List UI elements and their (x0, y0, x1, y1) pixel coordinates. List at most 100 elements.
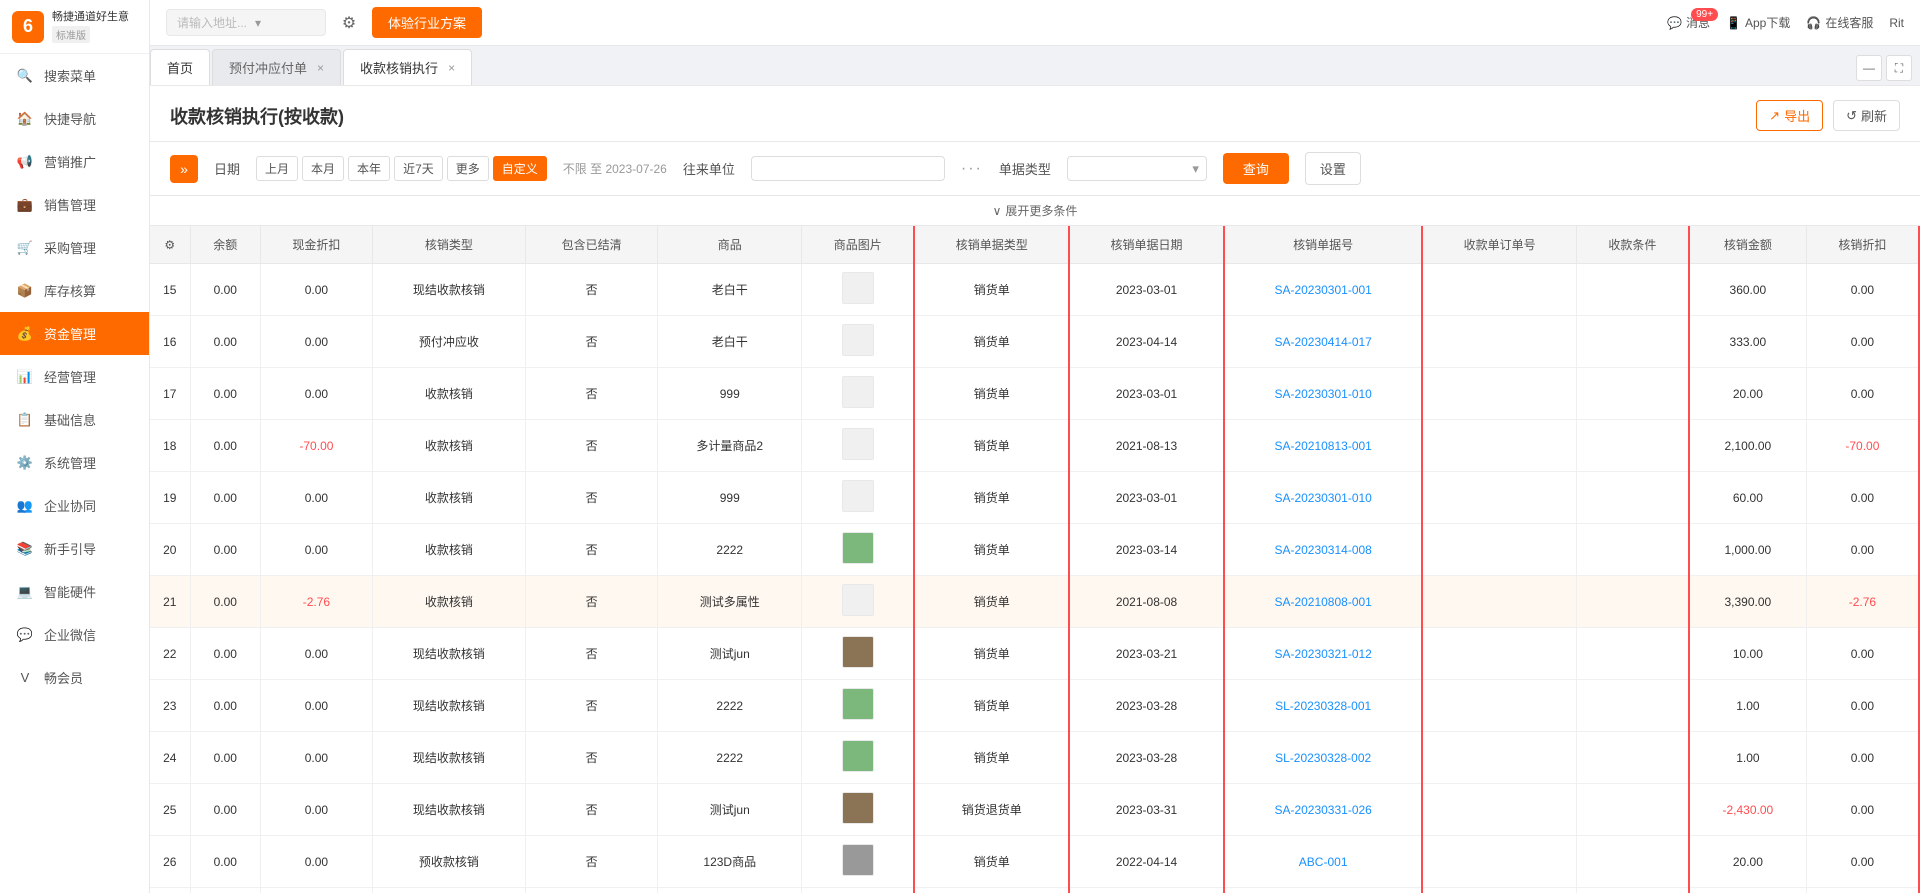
last-month-btn[interactable]: 上月 (256, 156, 298, 181)
sidebar-item-member[interactable]: V 畅会员 (0, 656, 149, 699)
settings-gear-button[interactable]: ⚙ (334, 8, 364, 38)
maximize-button[interactable]: ⛶ (1886, 55, 1912, 81)
cell-balance: 0.00 (190, 368, 261, 420)
cell-write-off: 0.00 (1806, 784, 1919, 836)
sidebar-item-system[interactable]: ⚙️ 系统管理 (0, 441, 149, 484)
app-label: App下载 (1745, 14, 1790, 31)
sidebar-item-guide[interactable]: 📚 新手引导 (0, 527, 149, 570)
cell-bill-no[interactable]: SA-20230301-010 (1224, 368, 1422, 420)
custom-date-btn[interactable]: 自定义 (493, 156, 547, 181)
export-button[interactable]: ↗ 导出 (1756, 100, 1823, 131)
bill-no-link[interactable]: ABC-001 (1299, 855, 1348, 869)
bill-no-link[interactable]: SL-20230328-002 (1275, 751, 1371, 765)
cell-bill-no[interactable]: SA-20230414-017 (1224, 316, 1422, 368)
cell-bill-type: 销货退货单 (914, 784, 1069, 836)
cell-write-off: -2.76 (1806, 576, 1919, 628)
cell-bill-no[interactable]: SA-20210808-001 (1224, 576, 1422, 628)
sidebar-item-biz[interactable]: 📊 经营管理 (0, 355, 149, 398)
bill-no-link[interactable]: SA-20230301-010 (1274, 387, 1371, 401)
cell-amount: 1.00 (1689, 680, 1806, 732)
cell-bill-no[interactable]: SL-20230328-002 (1224, 732, 1422, 784)
message-icon: 💬 (1667, 16, 1682, 30)
sidebar-item-basic[interactable]: 📋 基础信息 (0, 398, 149, 441)
tab-close-icon[interactable]: × (448, 61, 455, 75)
settings-button[interactable]: 设置 (1305, 152, 1361, 185)
query-button[interactable]: 查询 (1223, 153, 1289, 184)
cell-bill-no[interactable]: SA-20230301-001 (1224, 264, 1422, 316)
cell-type: 收款核销 (372, 420, 525, 472)
last-7days-btn[interactable]: 近7天 (394, 156, 443, 181)
sidebar-item-finance[interactable]: 💰 资金管理 (0, 312, 149, 355)
sidebar-item-marketing[interactable]: 📢 营销推广 (0, 140, 149, 183)
basic-icon: 📋 (16, 411, 34, 429)
cell-bill-no[interactable]: SL-20230328-001 (1224, 680, 1422, 732)
date-filter-label: 日期 (214, 159, 240, 178)
sidebar-item-label: 经营管理 (44, 367, 96, 386)
cell-balance: 0.00 (190, 264, 261, 316)
sidebar-item-quick-nav[interactable]: 🏠 快捷导航 (0, 97, 149, 140)
search-icon: 🔍 (16, 67, 34, 85)
cell-bill-no[interactable]: ABC-001 (1224, 836, 1422, 888)
cell-payment-term (1576, 472, 1689, 524)
tab-close-icon[interactable]: × (317, 61, 324, 75)
cell-write-off: 0.00 (1806, 368, 1919, 420)
online-service-button[interactable]: 🎧 在线客服 (1806, 14, 1873, 31)
home-icon: 🏠 (16, 110, 34, 128)
cell-bill-no[interactable]: SA-20230331-026 (1224, 784, 1422, 836)
sidebar-item-purchase[interactable]: 🛒 采购管理 (0, 226, 149, 269)
minimize-button[interactable]: — (1856, 55, 1882, 81)
sidebar-item-label: 库存核算 (44, 281, 96, 300)
partner-input[interactable] (751, 156, 945, 181)
refresh-icon: ↺ (1846, 108, 1857, 124)
sidebar-item-search[interactable]: 🔍 搜索菜单 (0, 54, 149, 97)
tab-home[interactable]: 首页 (150, 49, 210, 85)
refresh-button[interactable]: ↺ 刷新 (1833, 100, 1900, 131)
message-badge: 99+ (1691, 8, 1718, 21)
bill-no-link[interactable]: SA-20210808-001 (1274, 595, 1371, 609)
bill-no-link[interactable]: SA-20210813-001 (1274, 439, 1371, 453)
bill-no-link[interactable]: SA-20230314-008 (1274, 543, 1371, 557)
expand-more-button[interactable]: ∨ 展开更多条件 (993, 202, 1078, 219)
cell-bill-no[interactable]: SA-20230321-012 (1224, 628, 1422, 680)
cell-goods: 多计量商品2 (658, 420, 802, 472)
sidebar-item-inventory[interactable]: 📦 库存核算 (0, 269, 149, 312)
cell-bill-no[interactable]: SA-20230301-010 (1224, 472, 1422, 524)
sidebar-item-hardware[interactable]: 💻 智能硬件 (0, 570, 149, 613)
bill-no-link[interactable]: SA-20230301-001 (1274, 283, 1371, 297)
this-month-btn[interactable]: 本月 (302, 156, 344, 181)
bill-no-link[interactable]: SA-20230414-017 (1274, 335, 1371, 349)
filter-row: » 日期 上月 本月 本年 近7天 更多 自定义 不限 至 2023-07-26… (170, 152, 1900, 185)
cell-settled: 否 (525, 784, 657, 836)
sidebar-item-corp[interactable]: 👥 企业协同 (0, 484, 149, 527)
bill-no-link[interactable]: SA-20230331-026 (1274, 803, 1371, 817)
sales-icon: 💼 (16, 196, 34, 214)
app-download-button[interactable]: 📱 App下载 (1726, 14, 1790, 31)
bill-type-select[interactable] (1067, 156, 1207, 181)
user-info[interactable]: Rit (1889, 16, 1904, 30)
message-button[interactable]: 💬 消息 99+ (1667, 14, 1710, 31)
tab-prepay[interactable]: 预付冲应付单 × (212, 49, 341, 85)
bill-no-link[interactable]: SA-20230321-012 (1274, 647, 1371, 661)
sidebar-item-sales[interactable]: 💼 销售管理 (0, 183, 149, 226)
bill-no-link[interactable]: SL-20230328-001 (1275, 699, 1371, 713)
cell-bill-no[interactable]: SA-20210813-001 (1224, 420, 1422, 472)
expand-more-bar: ∨ 展开更多条件 (150, 196, 1920, 226)
this-year-btn[interactable]: 本年 (348, 156, 390, 181)
address-selector[interactable]: 请输入地址... ▾ (166, 9, 326, 36)
sidebar-item-label: 销售管理 (44, 195, 96, 214)
cell-goods-img (802, 576, 915, 628)
sidebar-item-wechat[interactable]: 💬 企业微信 (0, 613, 149, 656)
cell-goods-img (802, 420, 915, 472)
tab-collection[interactable]: 收款核销执行 × (343, 49, 472, 85)
cell-order-no (1422, 316, 1576, 368)
cell-bill-no[interactable]: SA-20230314-008 (1224, 524, 1422, 576)
table-row: 22 0.00 0.00 现结收款核销 否 测试jun 销货单 2023-03-… (150, 628, 1919, 680)
table-row: 24 0.00 0.00 现结收款核销 否 2222 销货单 2023-03-2… (150, 732, 1919, 784)
cell-no: 15 (150, 264, 190, 316)
industry-solution-button[interactable]: 体验行业方案 (372, 7, 482, 38)
cell-bill-no[interactable]: SL-20230408-001 (1224, 888, 1422, 893)
more-date-btn[interactable]: 更多 (447, 156, 489, 181)
bill-no-link[interactable]: SA-20230301-010 (1274, 491, 1371, 505)
filter-expand-button[interactable]: » (170, 155, 198, 183)
col-gear[interactable]: ⚙ (150, 226, 190, 264)
